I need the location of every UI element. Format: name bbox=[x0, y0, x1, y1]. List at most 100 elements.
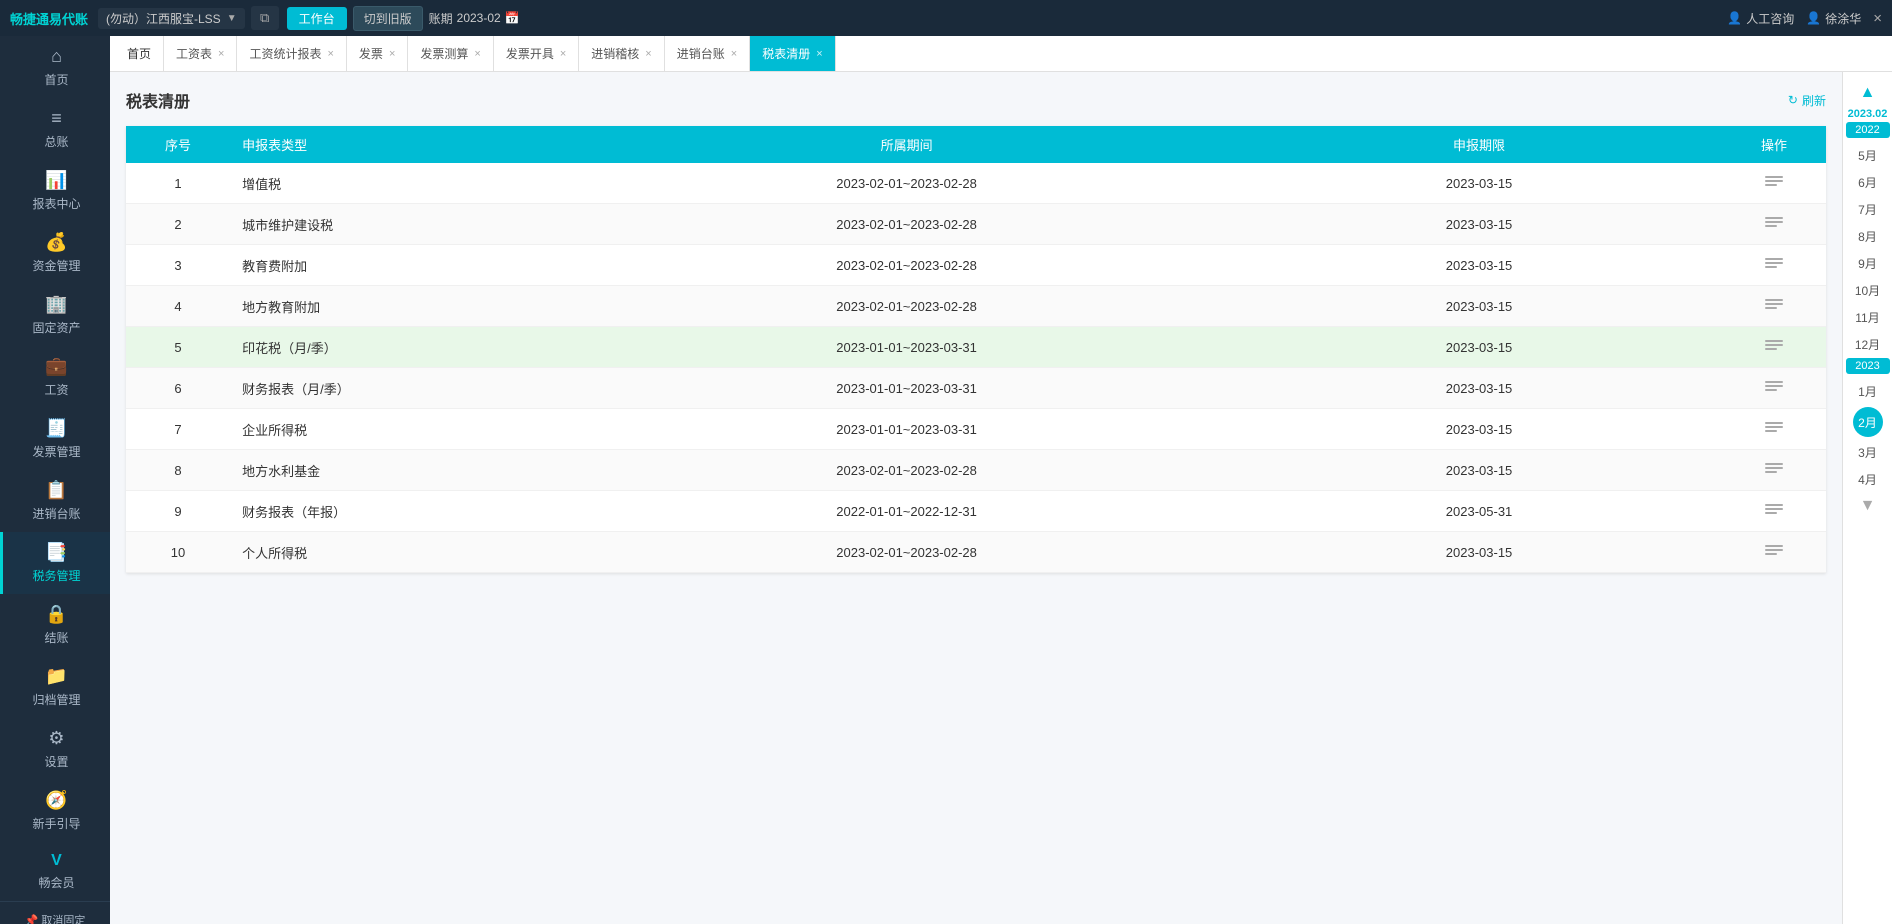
month-5-2022[interactable]: 5月 bbox=[1846, 142, 1890, 169]
cell-seq: 9 bbox=[126, 491, 230, 532]
copy-icon[interactable]: ⧉ bbox=[251, 6, 279, 30]
action-detail-icon[interactable] bbox=[1762, 417, 1786, 441]
sidebar-item-vip[interactable]: V 畅会员 bbox=[0, 842, 110, 901]
right-panel: ▲ 2023.02 2022 5月 6月 7月 8月 9月 10月 11月 12… bbox=[1842, 72, 1892, 924]
sidebar-item-label: 首页 bbox=[44, 71, 68, 88]
sidebar: ⌂ 首页 ≡ 总账 📊 报表中心 💰 资金管理 🏢 固定资产 💼 工资 🧾 发票… bbox=[0, 36, 110, 924]
month-2-2023[interactable]: 2月 bbox=[1853, 407, 1883, 437]
cell-action bbox=[1722, 204, 1826, 245]
company-selector[interactable]: (勿动）江西服宝-LSS ▼ bbox=[98, 8, 245, 29]
sidebar-item-reports[interactable]: 📊 报表中心 bbox=[0, 160, 110, 222]
tab-invoice[interactable]: 发票 × bbox=[347, 36, 408, 72]
sidebar-item-salary[interactable]: 💼 工资 bbox=[0, 346, 110, 408]
sidebar-item-label: 报表中心 bbox=[32, 195, 80, 212]
vip-icon: V bbox=[51, 852, 62, 870]
month-8-2022[interactable]: 8月 bbox=[1846, 223, 1890, 250]
sidebar-item-closing[interactable]: 🔒 结账 bbox=[0, 594, 110, 656]
cell-deadline: 2023-03-15 bbox=[1236, 286, 1722, 327]
table-row: 3 教育费附加 2023-02-01~2023-02-28 2023-03-15 bbox=[126, 245, 1826, 286]
tab-purchase-check[interactable]: 进销稽核 × bbox=[579, 36, 664, 72]
sidebar-item-ledger[interactable]: ≡ 总账 bbox=[0, 98, 110, 160]
tab-close-icon[interactable]: × bbox=[327, 48, 333, 60]
tab-invoice-check[interactable]: 发票测算 × bbox=[408, 36, 493, 72]
tab-salary-stats[interactable]: 工资统计报表 × bbox=[237, 36, 346, 72]
action-detail-icon[interactable] bbox=[1762, 212, 1786, 236]
sidebar-item-label: 归档管理 bbox=[32, 691, 80, 708]
month-6-2022[interactable]: 6月 bbox=[1846, 169, 1890, 196]
action-detail-icon[interactable] bbox=[1762, 294, 1786, 318]
action-detail-icon[interactable] bbox=[1762, 458, 1786, 482]
sidebar-item-guide[interactable]: 🧭 新手引导 bbox=[0, 780, 110, 842]
tab-close-icon[interactable]: × bbox=[218, 48, 224, 60]
month-7-2022[interactable]: 7月 bbox=[1846, 196, 1890, 223]
month-11-2022[interactable]: 11月 bbox=[1846, 304, 1890, 331]
sidebar-item-purchase-ledger[interactable]: 📋 进销台账 bbox=[0, 470, 110, 532]
tab-close-icon[interactable]: × bbox=[731, 48, 737, 60]
sidebar-item-label: 税务管理 bbox=[32, 567, 80, 584]
sidebar-item-label: 工资 bbox=[44, 381, 68, 398]
tab-close-icon[interactable]: × bbox=[645, 48, 651, 60]
workspace-button[interactable]: 工作台 bbox=[287, 7, 347, 30]
cell-deadline: 2023-03-15 bbox=[1236, 409, 1722, 450]
sidebar-footer-pin[interactable]: 📌 取消固定 bbox=[0, 901, 110, 924]
sidebar-item-home[interactable]: ⌂ 首页 bbox=[0, 36, 110, 98]
cell-action bbox=[1722, 245, 1826, 286]
sidebar-item-archive[interactable]: 📁 归档管理 bbox=[0, 656, 110, 718]
tab-close-icon[interactable]: × bbox=[389, 48, 395, 60]
cell-seq: 4 bbox=[126, 286, 230, 327]
month-9-2022[interactable]: 9月 bbox=[1846, 250, 1890, 277]
window-close-icon[interactable]: × bbox=[1873, 10, 1882, 27]
cell-seq: 3 bbox=[126, 245, 230, 286]
col-type: 申报表类型 bbox=[230, 126, 577, 163]
action-detail-icon[interactable] bbox=[1762, 253, 1786, 277]
sidebar-item-settings[interactable]: ⚙ 设置 bbox=[0, 718, 110, 780]
user-service-button[interactable]: 👤 人工咨询 bbox=[1727, 10, 1794, 27]
tab-bar: 首页 工资表 × 工资统计报表 × 发票 × 发票测算 × 发票开具 × bbox=[110, 36, 1892, 72]
col-period: 所属期间 bbox=[577, 126, 1236, 163]
top-actions: 工作台 切到旧版 bbox=[287, 6, 423, 31]
month-4-2023[interactable]: 4月 bbox=[1846, 466, 1890, 493]
cell-action bbox=[1722, 327, 1826, 368]
cell-period: 2023-02-01~2023-02-28 bbox=[577, 245, 1236, 286]
action-detail-icon[interactable] bbox=[1762, 499, 1786, 523]
action-detail-icon[interactable] bbox=[1762, 540, 1786, 564]
col-action: 操作 bbox=[1722, 126, 1826, 163]
tab-home[interactable]: 首页 bbox=[115, 36, 164, 72]
cell-seq: 6 bbox=[126, 368, 230, 409]
sidebar-item-label: 资金管理 bbox=[32, 257, 80, 274]
sidebar-item-funds[interactable]: 💰 资金管理 bbox=[0, 222, 110, 284]
sidebar-item-assets[interactable]: 🏢 固定资产 bbox=[0, 284, 110, 346]
cell-seq: 2 bbox=[126, 204, 230, 245]
period-value: 2023-02 bbox=[457, 11, 501, 25]
refresh-button[interactable]: ↻ 刷新 bbox=[1788, 92, 1826, 109]
tab-close-icon[interactable]: × bbox=[816, 48, 822, 60]
calendar-icon[interactable]: 📅 bbox=[505, 11, 520, 25]
tab-purchase-ledger[interactable]: 进销台账 × bbox=[665, 36, 750, 72]
page-title: 税表清册 bbox=[126, 88, 190, 112]
tab-close-icon[interactable]: × bbox=[560, 48, 566, 60]
cell-action bbox=[1722, 491, 1826, 532]
action-detail-icon[interactable] bbox=[1762, 171, 1786, 195]
cell-deadline: 2023-05-31 bbox=[1236, 491, 1722, 532]
panel-down-arrow[interactable]: ▼ bbox=[1856, 493, 1880, 519]
month-12-2022[interactable]: 12月 bbox=[1846, 331, 1890, 358]
cell-deadline: 2023-03-15 bbox=[1236, 368, 1722, 409]
month-3-2023[interactable]: 3月 bbox=[1846, 439, 1890, 466]
tab-close-icon[interactable]: × bbox=[474, 48, 480, 60]
sidebar-item-label: 进销台账 bbox=[32, 505, 80, 522]
sidebar-item-invoice-mgmt[interactable]: 🧾 发票管理 bbox=[0, 408, 110, 470]
cell-period: 2022-01-01~2022-12-31 bbox=[577, 491, 1236, 532]
old-version-button[interactable]: 切到旧版 bbox=[353, 6, 423, 31]
panel-up-arrow[interactable]: ▲ bbox=[1856, 80, 1880, 106]
action-detail-icon[interactable] bbox=[1762, 376, 1786, 400]
tab-salary-table[interactable]: 工资表 × bbox=[164, 36, 237, 72]
tab-tax-register[interactable]: 税表清册 × bbox=[750, 36, 835, 72]
action-detail-icon[interactable] bbox=[1762, 335, 1786, 359]
month-10-2022[interactable]: 10月 bbox=[1846, 277, 1890, 304]
tab-invoice-issue[interactable]: 发票开具 × bbox=[494, 36, 579, 72]
col-deadline: 申报期限 bbox=[1236, 126, 1722, 163]
month-1-2023[interactable]: 1月 bbox=[1846, 378, 1890, 405]
ledger-icon: ≡ bbox=[51, 108, 62, 129]
user-profile-button[interactable]: 👤 徐涂华 bbox=[1806, 10, 1861, 27]
sidebar-item-tax-mgmt[interactable]: 📑 税务管理 bbox=[0, 532, 110, 594]
